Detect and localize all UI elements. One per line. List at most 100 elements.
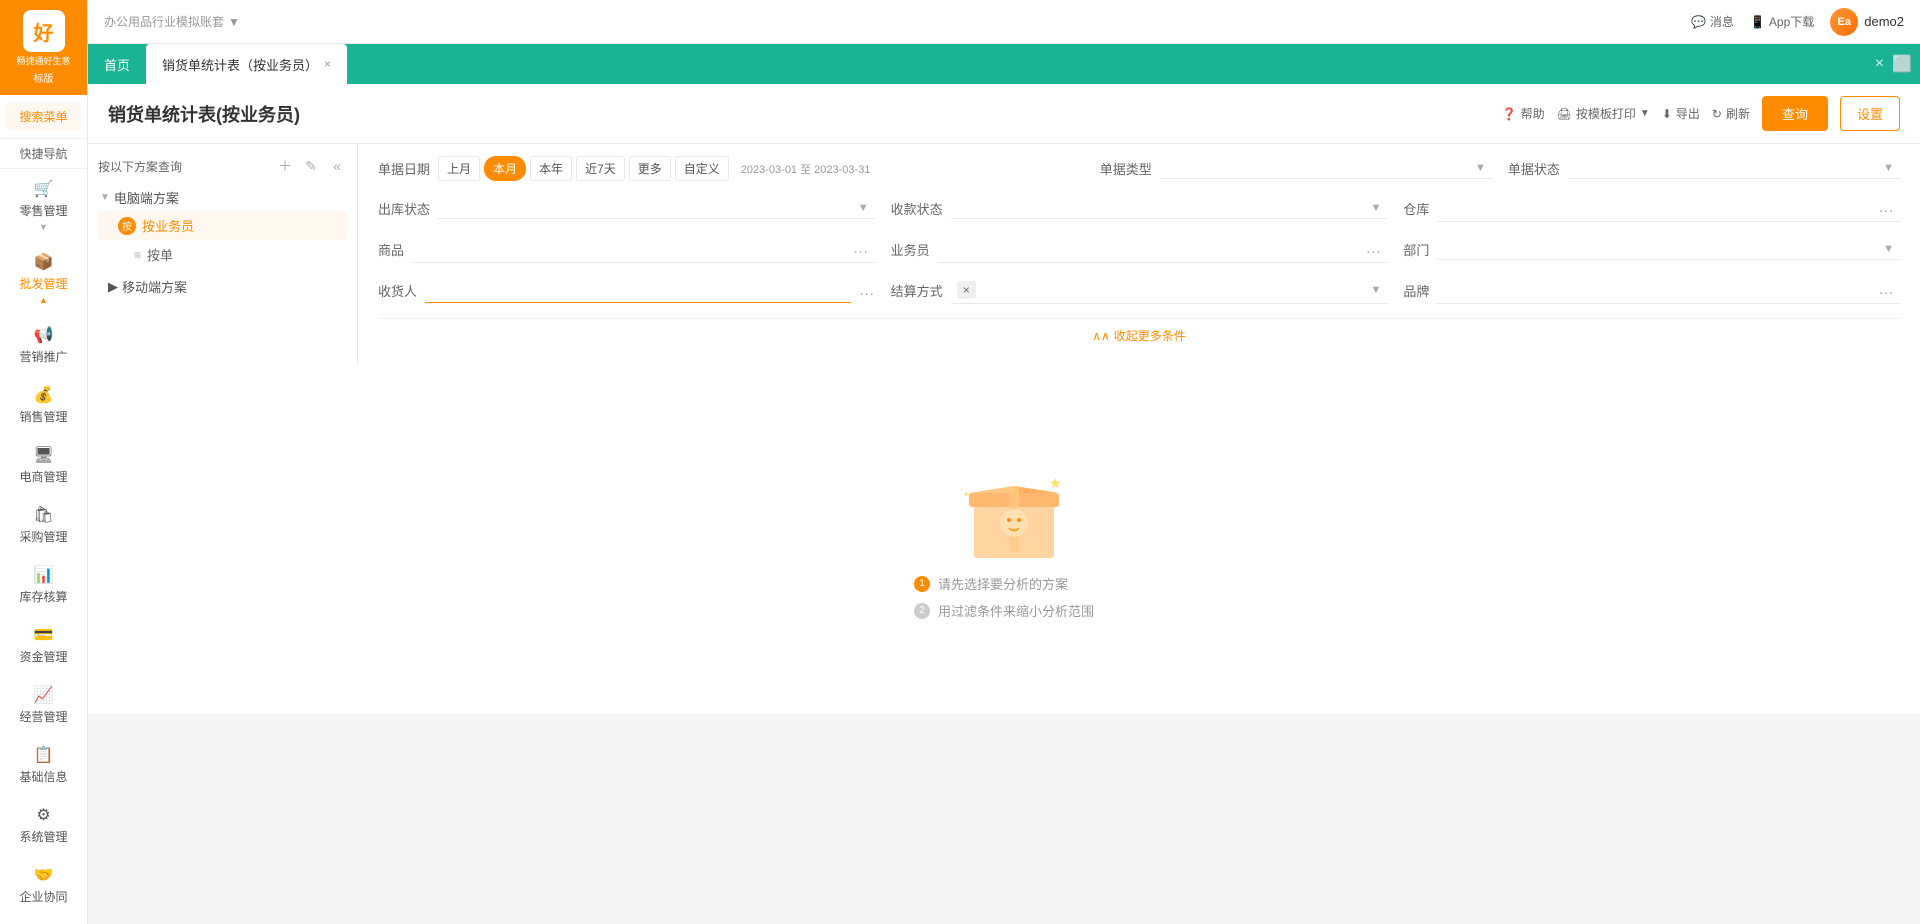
- sidebar-item-marketing[interactable]: 📢 营销推广: [0, 315, 87, 375]
- scheme-item-order[interactable]: ≡ 按单: [98, 240, 347, 269]
- scheme-collapse-icon[interactable]: «: [327, 156, 347, 176]
- collect-status-select[interactable]: ▼: [951, 198, 1388, 219]
- empty-texts: 1 请先选择要分析的方案 2 用过滤条件来缩小分析范围: [914, 574, 1094, 620]
- scheme-item-salesman[interactable]: 按 按业务员: [98, 211, 347, 240]
- settlement-arrow-icon: ▼: [1370, 284, 1381, 296]
- salesman-label: 业务员: [891, 240, 930, 259]
- date-btn-current-year[interactable]: 本年: [530, 156, 572, 181]
- system-icon: ⚙: [36, 805, 50, 825]
- doc-status-arrow-icon: ▼: [1883, 162, 1894, 174]
- brand-ellipsis-icon[interactable]: …: [1878, 281, 1894, 299]
- doc-status-select[interactable]: ▼: [1568, 158, 1900, 179]
- query-button[interactable]: 查询: [1762, 96, 1828, 131]
- consignee-label: 收货人: [378, 281, 417, 300]
- sidebar-item-wholesale[interactable]: 📦 批发管理 ▲: [0, 242, 87, 315]
- scheme-group-desktop-label: 电脑端方案: [114, 188, 179, 207]
- scheme-group-desktop-header[interactable]: ▼ 电脑端方案: [98, 184, 347, 211]
- sidebar-item-wholesale-label: 批发管理: [19, 275, 67, 292]
- date-btn-7days[interactable]: 近7天: [576, 156, 625, 181]
- export-button[interactable]: ⬇ 导出: [1662, 105, 1700, 122]
- goods-label: 商品: [378, 240, 404, 259]
- message-button[interactable]: 💬 消息: [1691, 13, 1734, 30]
- tab-sales-stats[interactable]: 销货单统计表（按业务员） ×: [146, 44, 347, 84]
- refresh-label: 刷新: [1726, 105, 1750, 122]
- department-select[interactable]: ▼: [1437, 239, 1900, 260]
- consignee-ellipsis-icon[interactable]: …: [859, 282, 875, 300]
- goods-ellipsis-icon[interactable]: …: [853, 240, 869, 258]
- sidebar-item-sales[interactable]: 💰 销售管理: [0, 375, 87, 435]
- salesman-ellipsis-icon[interactable]: …: [1365, 240, 1381, 258]
- date-btn-current-month[interactable]: 本月: [484, 156, 526, 181]
- help-button[interactable]: ❓ 帮助: [1502, 105, 1545, 122]
- collab-icon: 🤝: [34, 865, 54, 885]
- scheme-group-mobile-header[interactable]: ▶ 移动端方案: [98, 273, 347, 300]
- doc-type-select[interactable]: ▼: [1160, 158, 1492, 179]
- filter-collect-status-item: 收款状态 ▼: [891, 198, 1388, 219]
- empty-text-2-label: 用过滤条件来缩小分析范围: [938, 601, 1094, 620]
- tab-home-label: 首页: [104, 55, 130, 74]
- filter-warehouse-item: 仓库 …: [1403, 195, 1900, 222]
- user-menu-button[interactable]: Ea demo2: [1830, 8, 1904, 36]
- print-button[interactable]: 🖨 按模板打印 ▼: [1557, 105, 1650, 122]
- sidebar-item-inventory[interactable]: 📊 库存核算: [0, 555, 87, 615]
- inventory-icon: 📊: [34, 565, 54, 585]
- filter-row-1: 单据日期 上月 本月 本年 近7天 更多 自定义 2023-03-01 至 20…: [378, 156, 1900, 181]
- search-menu-button[interactable]: 搜索菜单: [6, 103, 81, 130]
- settlement-clear-button[interactable]: ×: [957, 281, 976, 299]
- app-download-button[interactable]: 📱 App下载: [1750, 13, 1814, 30]
- message-icon: 💬: [1691, 15, 1706, 29]
- wholesale-arrow-icon: ▲: [39, 295, 48, 305]
- out-status-arrow-icon: ▼: [858, 202, 869, 214]
- sidebar-item-collab-label: 企业协同: [19, 888, 67, 905]
- sidebar-item-system[interactable]: ⚙ 系统管理: [0, 795, 87, 855]
- warehouse-ellipsis-icon[interactable]: …: [1878, 199, 1894, 217]
- date-btn-custom[interactable]: 自定义: [675, 156, 729, 181]
- tab-close-icon[interactable]: ×: [324, 57, 331, 71]
- collapse-button[interactable]: ∧∧ 收起更多条件: [378, 318, 1900, 352]
- group-mobile-arrow-icon: ▶: [108, 279, 118, 295]
- date-btn-more[interactable]: 更多: [629, 156, 671, 181]
- filter-conditions: 单据日期 上月 本月 本年 近7天 更多 自定义 2023-03-01 至 20…: [358, 144, 1920, 364]
- purchase-icon: 🛍: [33, 505, 53, 525]
- settings-button[interactable]: 设置: [1840, 96, 1900, 131]
- scheme-order-icon: ≡: [134, 248, 141, 262]
- scheme-edit-icon[interactable]: ✎: [301, 156, 321, 176]
- sidebar-item-basic-info[interactable]: 📋 基础信息: [0, 735, 87, 795]
- sidebar-item-collab[interactable]: 🤝 企业协同: [0, 855, 87, 915]
- sidebar-item-purchase[interactable]: 🛍 采购管理: [0, 495, 87, 555]
- app-download-label: App下载: [1769, 13, 1814, 30]
- sidebar-item-basic-info-label: 基础信息: [19, 768, 67, 785]
- svg-text:✦: ✦: [962, 490, 970, 501]
- sidebar-item-operations[interactable]: 📈 经营管理: [0, 675, 87, 735]
- date-btn-last-month[interactable]: 上月: [438, 156, 480, 181]
- sidebar-item-ecommerce[interactable]: 🖥 电商管理: [0, 435, 87, 495]
- print-label: 按模板打印: [1576, 105, 1636, 122]
- settlement-label: 结算方式: [891, 281, 943, 300]
- filter-settlement-item: 结算方式 × ▼: [891, 277, 1388, 304]
- help-label: 帮助: [1521, 105, 1545, 122]
- collect-status-label: 收款状态: [891, 199, 943, 218]
- consignee-input[interactable]: [425, 279, 851, 303]
- filter-brand-item: 品牌 …: [1403, 277, 1900, 304]
- sidebar-item-newbie[interactable]: 🎯 新手引导: [0, 915, 87, 924]
- sidebar-item-retail[interactable]: 🛒 零售管理 ▼: [0, 169, 87, 242]
- settlement-select[interactable]: × ▼: [951, 277, 1388, 304]
- topbar: 办公用品行业模拟账套 ▼ 💬 消息 📱 App下载 Ea demo2: [88, 0, 1920, 44]
- collect-status-arrow-icon: ▼: [1370, 202, 1381, 214]
- tab-home[interactable]: 首页: [88, 44, 146, 84]
- print-icon: 🖨: [1557, 107, 1572, 121]
- window-close-button[interactable]: ×: [1875, 55, 1884, 73]
- out-status-select[interactable]: ▼: [438, 198, 875, 219]
- scheme-add-icon[interactable]: ＋: [275, 156, 295, 176]
- message-label: 消息: [1710, 13, 1734, 30]
- sidebar-item-sales-label: 销售管理: [19, 408, 67, 425]
- refresh-button[interactable]: ↻ 刷新: [1712, 105, 1750, 122]
- window-restore-button[interactable]: ⬜: [1892, 54, 1912, 74]
- sidebar-item-finance[interactable]: 💳 资金管理: [0, 615, 87, 675]
- shortcut-nav-button[interactable]: 快捷导航: [0, 139, 87, 169]
- breadcrumb: 办公用品行业模拟账套 ▼: [104, 13, 240, 30]
- sidebar-item-operations-label: 经营管理: [19, 708, 67, 725]
- sidebar-item-purchase-label: 采购管理: [19, 528, 67, 545]
- empty-box-svg: ★ ✦: [954, 458, 1074, 568]
- filter-panel: 按以下方案查询 ＋ ✎ « ▼ 电脑端方案 按: [88, 144, 1920, 364]
